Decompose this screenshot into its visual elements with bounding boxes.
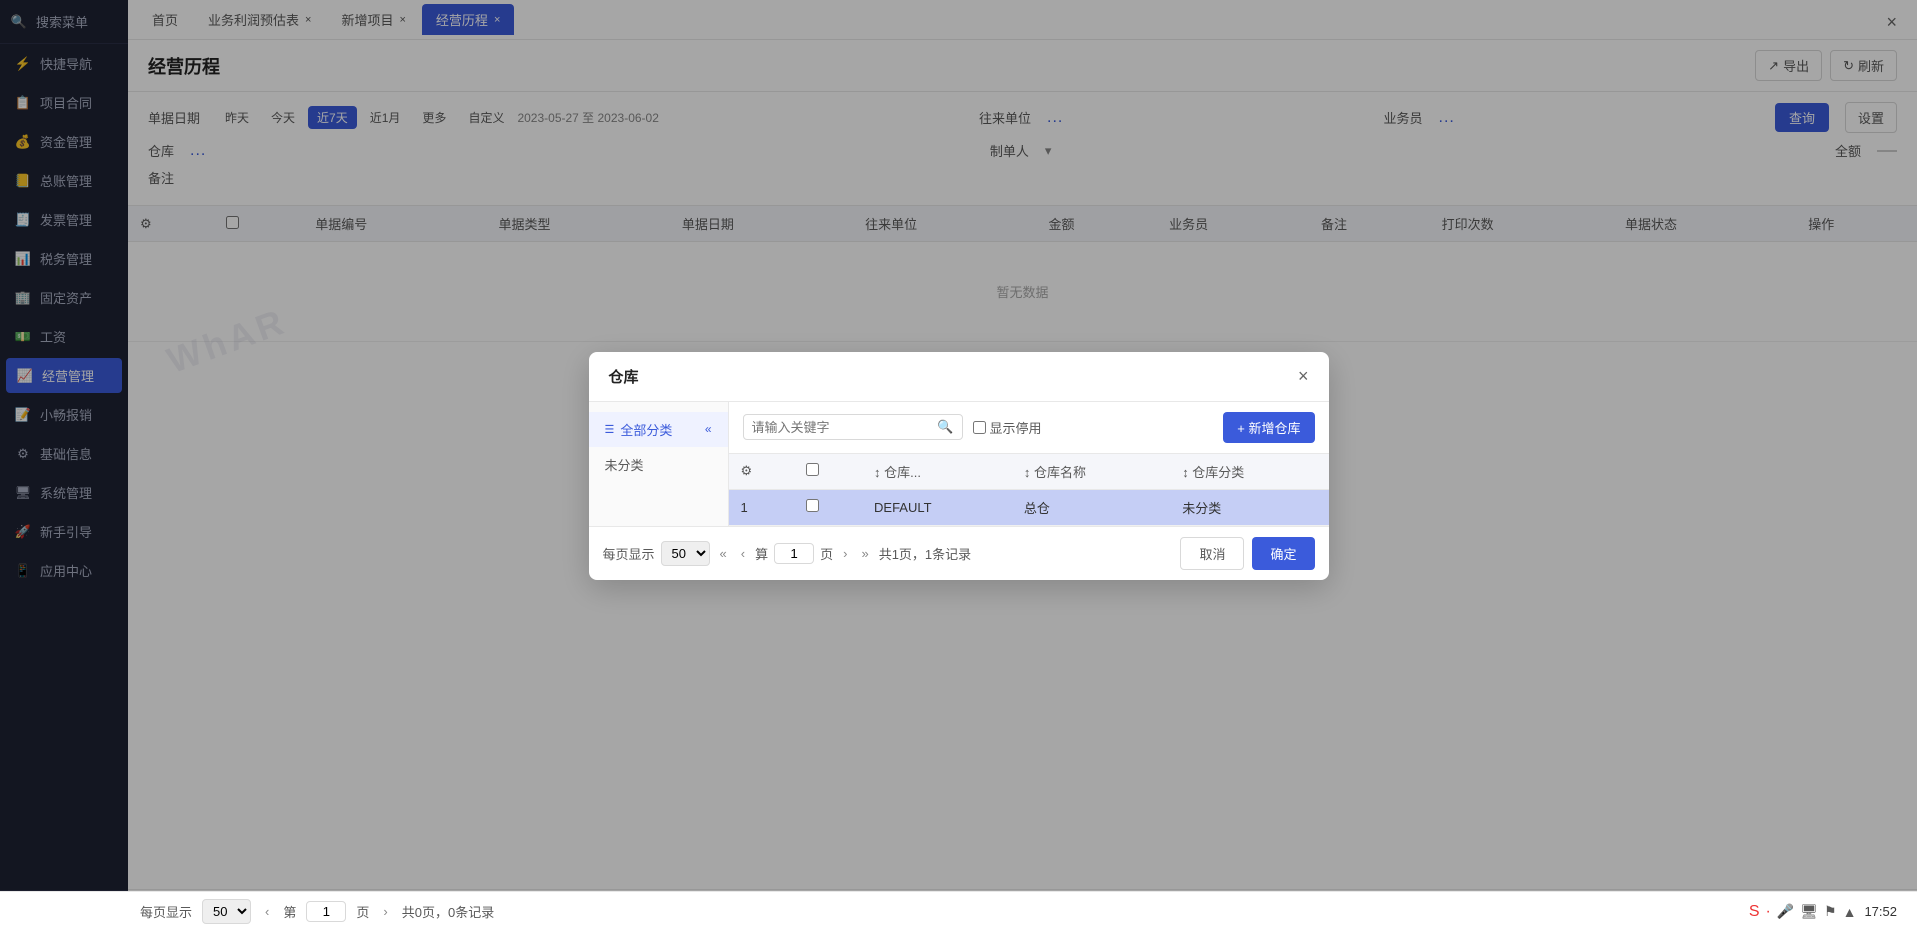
dialog-warehouse-table: ⚙ ↕ 仓库... ↕ 仓库名称 ↕ 仓库分类 1 DEFA	[729, 454, 1329, 526]
row-code: DEFAULT	[862, 489, 1012, 525]
dialog-pagination: 每页显示 50 « ‹ 算 页 › » 共1页，1条记录	[603, 541, 972, 566]
tray-icon-mic: 🎤	[1777, 903, 1794, 920]
warehouse-dialog: 仓库 × ☰ 全部分类 « 未分类	[589, 352, 1329, 580]
tray-icon-dot: ·	[1765, 903, 1770, 921]
row-checkbox[interactable]	[806, 499, 819, 512]
sidebar-collapse-btn[interactable]: «	[705, 422, 712, 436]
system-tray: S · 🎤 🖥 ⚑ ▲	[1749, 903, 1857, 921]
tray-icon-s: S	[1749, 903, 1760, 921]
uncategorized-label: 未分类	[605, 455, 644, 474]
row-checkbox-cell	[794, 489, 862, 525]
dcol-code: ↕ 仓库...	[862, 454, 1012, 490]
dialog-body: ☰ 全部分类 « 未分类 🔍 显示停用	[589, 402, 1329, 526]
dialog-last-page[interactable]: »	[857, 546, 872, 561]
dialog-sidebar-uncategorized[interactable]: 未分类	[589, 447, 728, 482]
dcol-checkbox	[794, 454, 862, 490]
dialog-page-input[interactable]	[774, 543, 814, 564]
search-icon: 🔍	[937, 419, 953, 435]
dialog-header: 仓库 ×	[589, 352, 1329, 402]
row-name: 总仓	[1012, 489, 1170, 525]
modal-overlay: 仓库 × ☰ 全部分类 « 未分类	[0, 0, 1917, 931]
tray-icon-flag: ⚑	[1824, 903, 1837, 920]
taskbar-page-input[interactable]	[306, 901, 346, 922]
show-disabled-checkbox[interactable]	[973, 421, 986, 434]
dialog-select-all[interactable]	[806, 463, 819, 476]
dialog-title: 仓库	[609, 366, 639, 387]
all-category-label: 全部分类	[620, 420, 672, 439]
dialog-close-button[interactable]: ×	[1298, 366, 1309, 387]
confirm-button[interactable]: 确定	[1252, 537, 1314, 570]
dialog-sidebar-all[interactable]: ☰ 全部分类 «	[589, 412, 728, 447]
taskbar-page-prefix: 第	[283, 902, 296, 921]
taskbar-per-page-select[interactable]: 50	[202, 899, 251, 924]
dialog-table-header: ⚙ ↕ 仓库... ↕ 仓库名称 ↕ 仓库分类	[729, 454, 1329, 490]
taskbar-left: 每页显示 50 ‹ 第 页 › 共0页，0条记录	[140, 899, 494, 924]
dialog-footer: 每页显示 50 « ‹ 算 页 › » 共1页，1条记录 取消 确定	[589, 526, 1329, 580]
show-disabled-label[interactable]: 显示停用	[973, 418, 1042, 437]
add-warehouse-button[interactable]: + 新增仓库	[1223, 412, 1314, 443]
taskbar: 每页显示 50 ‹ 第 页 › 共0页，0条记录 S · 🎤 🖥 ⚑ ▲ 17:…	[0, 891, 1917, 931]
dialog-per-page-label: 每页显示	[603, 544, 655, 563]
taskbar-total: 共0页，0条记录	[402, 902, 494, 921]
table-row[interactable]: 1 DEFAULT 总仓 未分类	[729, 489, 1329, 525]
tray-icon-screen: 🖥	[1800, 903, 1818, 920]
row-category: 未分类	[1170, 489, 1328, 525]
search-box: 🔍	[743, 414, 963, 440]
dialog-page-suffix: 页	[820, 544, 833, 563]
tray-icon-extra: ▲	[1843, 904, 1857, 920]
clock-display: 17:52	[1864, 904, 1897, 919]
show-disabled-text: 显示停用	[990, 418, 1042, 437]
dialog-table-area: ⚙ ↕ 仓库... ↕ 仓库名称 ↕ 仓库分类 1 DEFA	[729, 454, 1329, 526]
dialog-total: 共1页，1条记录	[879, 544, 971, 563]
dcol-settings: ⚙	[729, 454, 795, 490]
dialog-right-content: 🔍 显示停用 + 新增仓库 ⚙	[729, 402, 1329, 526]
taskbar-prev-page[interactable]: ‹	[261, 904, 273, 919]
search-input[interactable]	[752, 420, 932, 435]
taskbar-per-page-label: 每页显示	[140, 902, 192, 921]
dialog-page-prefix: 算	[755, 544, 768, 563]
taskbar-page-label: 页	[356, 902, 369, 921]
taskbar-next-page[interactable]: ›	[379, 904, 391, 919]
dialog-first-page[interactable]: «	[716, 546, 731, 561]
dialog-category-sidebar: ☰ 全部分类 « 未分类	[589, 402, 729, 526]
taskbar-right: S · 🎤 🖥 ⚑ ▲ 17:52	[1749, 903, 1897, 921]
dialog-next-page[interactable]: ›	[839, 546, 851, 561]
dcol-name: ↕ 仓库名称	[1012, 454, 1170, 490]
dialog-toolbar: 🔍 显示停用 + 新增仓库	[729, 402, 1329, 454]
dialog-per-page-select[interactable]: 50	[661, 541, 710, 566]
cancel-button[interactable]: 取消	[1180, 537, 1244, 570]
row-index: 1	[729, 489, 795, 525]
dialog-actions: 取消 确定	[1180, 537, 1314, 570]
dcol-category: ↕ 仓库分类	[1170, 454, 1328, 490]
dialog-prev-page[interactable]: ‹	[737, 546, 749, 561]
